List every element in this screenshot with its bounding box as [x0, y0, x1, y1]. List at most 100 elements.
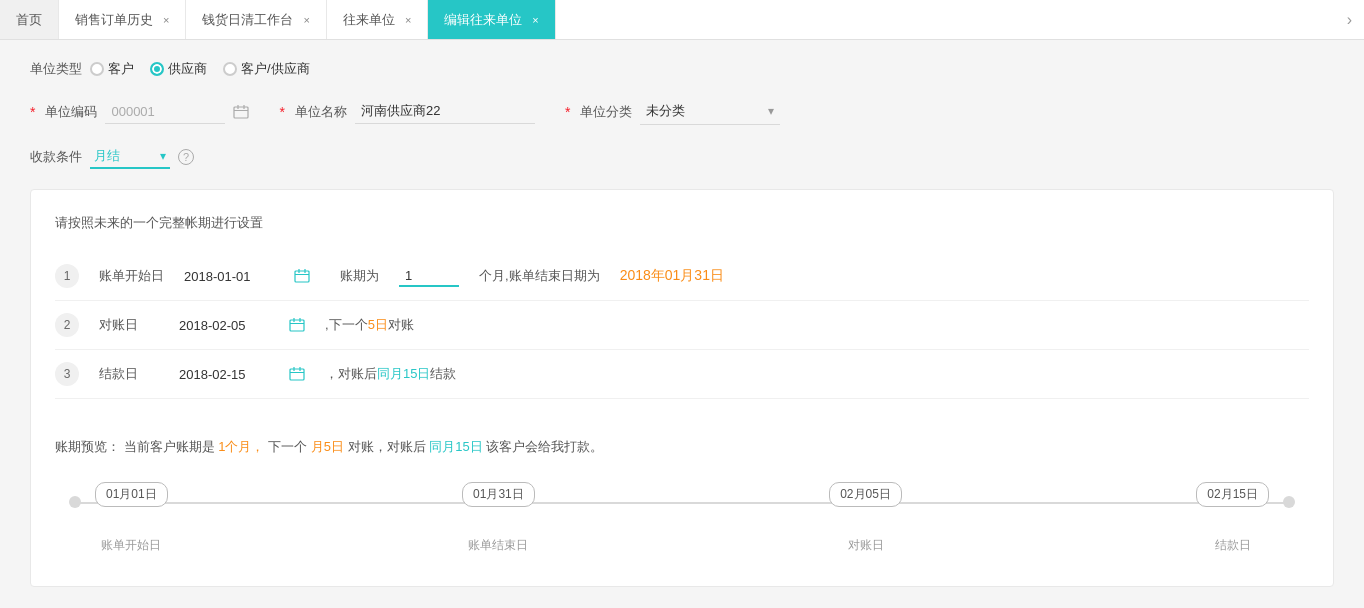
reconcile-desc: ,下一个5日对账 — [325, 316, 414, 334]
timeline-node-2: 02月05日 对账日 — [829, 482, 902, 554]
tab-sales-close[interactable]: × — [163, 14, 169, 26]
period-prefix: 账期为 — [340, 267, 379, 285]
preview-label: 账期预览： — [55, 439, 120, 454]
setting-row-2: 2 对账日 2018-02-05 ,下一个5日对账 — [55, 301, 1309, 350]
calendar-icon-3[interactable] — [289, 366, 305, 382]
calendar-icon-1[interactable] — [294, 268, 310, 284]
row-num-2: 2 — [55, 313, 79, 337]
payment-terms-select[interactable]: 月结 ▾ — [90, 145, 170, 169]
svg-rect-12 — [290, 369, 304, 380]
calendar-icon-2[interactable] — [289, 317, 305, 333]
payment-terms-arrow: ▾ — [160, 149, 166, 163]
setting-row-3: 3 结款日 2018-02-15 ，对账后同月15日结款 — [55, 350, 1309, 399]
tab-home-label: 首页 — [16, 11, 42, 29]
radio-group: 客户 供应商 客户/供应商 — [90, 60, 310, 78]
tab-partner-close[interactable]: × — [405, 14, 411, 26]
timeline-label-1: 账单结束日 — [468, 537, 528, 554]
timeline-node-1: 01月31日 账单结束日 — [462, 482, 535, 554]
unit-category-select[interactable]: 未分类 ▾ — [640, 98, 780, 125]
row-date-2: 2018-02-05 — [179, 318, 269, 333]
period-input[interactable] — [399, 266, 459, 287]
tab-expand-button[interactable]: › — [1335, 0, 1364, 39]
svg-rect-4 — [295, 271, 309, 282]
tab-cash-label: 钱货日清工作台 — [202, 11, 293, 29]
unit-code-icon[interactable] — [233, 104, 249, 120]
tab-edit-partner-close[interactable]: × — [532, 14, 538, 26]
period-end-date: 2018年01月31日 — [620, 267, 724, 285]
code-name-row: * 单位编码 * 单位名称 * 单位分类 未分类 ▾ — [30, 98, 1334, 125]
tab-bar: 首页 销售订单历史 × 钱货日清工作台 × 往来单位 × 编辑往来单位 × › — [0, 0, 1364, 40]
radio-both-circle — [223, 62, 237, 76]
svg-rect-0 — [234, 107, 248, 118]
radio-supplier-label: 供应商 — [168, 60, 207, 78]
unit-name-group: * 单位名称 — [279, 100, 534, 124]
timeline-label-3: 结款日 — [1215, 537, 1251, 554]
unit-code-group: * 单位编码 — [30, 100, 249, 124]
timeline-node-0: 01月01日 账单开始日 — [95, 482, 168, 554]
unit-name-label: 单位名称 — [295, 103, 347, 121]
preview-section: 账期预览： 当前客户账期是 1个月， 下一个 月5日 对账，对账后 同月15日 … — [55, 419, 1309, 562]
tab-sales-history[interactable]: 销售订单历史 × — [59, 0, 186, 39]
payment-terms-value: 月结 — [94, 147, 156, 165]
unit-code-label: 单位编码 — [45, 103, 97, 121]
tab-partner[interactable]: 往来单位 × — [327, 0, 428, 39]
unit-code-required: * — [30, 104, 35, 120]
radio-both[interactable]: 客户/供应商 — [223, 60, 310, 78]
unit-type-row: 单位类型 客户 供应商 客户/供应商 — [30, 60, 1334, 78]
unit-category-arrow: ▾ — [768, 104, 774, 118]
timeline-label-2: 对账日 — [848, 537, 884, 554]
payment-row: 收款条件 月结 ▾ ? — [30, 145, 1334, 169]
radio-both-label: 客户/供应商 — [241, 60, 310, 78]
row-num-1: 1 — [55, 264, 79, 288]
radio-supplier[interactable]: 供应商 — [150, 60, 207, 78]
timeline-badge-2: 02月05日 — [829, 482, 902, 507]
svg-rect-8 — [290, 320, 304, 331]
timeline-left-dot — [69, 496, 81, 508]
tab-home[interactable]: 首页 — [0, 0, 59, 39]
preview-text-2: 下一个 — [268, 439, 307, 454]
unit-name-input[interactable] — [355, 100, 535, 124]
unit-cat-required: * — [565, 104, 570, 120]
preview-text: 账期预览： 当前客户账期是 1个月， 下一个 月5日 对账，对账后 同月15日 … — [55, 435, 1309, 458]
row-label-3: 结款日 — [99, 365, 159, 383]
timeline-nodes: 01月01日 账单开始日 01月31日 账单结束日 02月05日 对账日 02月… — [95, 482, 1269, 554]
settings-panel: 请按照未来的一个完整帐期进行设置 1 账单开始日 2018-01-01 账期为 … — [30, 189, 1334, 587]
timeline-badge-0: 01月01日 — [95, 482, 168, 507]
row-label-2: 对账日 — [99, 316, 159, 334]
period-unit: 个月,账单结束日期为 — [479, 267, 600, 285]
setting-row-1: 1 账单开始日 2018-01-01 账期为 个月,账单结束日期为 2018年0… — [55, 252, 1309, 301]
preview-highlight1: 1个月， — [218, 439, 264, 454]
tab-edit-partner-label: 编辑往来单位 — [444, 11, 522, 29]
tab-sales-label: 销售订单历史 — [75, 11, 153, 29]
main-content: 单位类型 客户 供应商 客户/供应商 * 单位编码 — [0, 40, 1364, 608]
row-date-1: 2018-01-01 — [184, 269, 274, 284]
preview-highlight2: 月5日 — [311, 439, 344, 454]
payment-terms-group: 收款条件 月结 ▾ ? — [30, 145, 194, 169]
unit-type-group: 单位类型 客户 供应商 客户/供应商 — [30, 60, 310, 78]
payment-terms-label: 收款条件 — [30, 148, 82, 166]
help-icon[interactable]: ? — [178, 149, 194, 165]
tab-cash-work[interactable]: 钱货日清工作台 × — [186, 0, 326, 39]
unit-code-input[interactable] — [105, 100, 225, 124]
payment-desc: ，对账后同月15日结款 — [325, 365, 456, 383]
preview-highlight3: 同月15日 — [429, 439, 482, 454]
preview-text-4: 该客户会给我打款。 — [486, 439, 603, 454]
row-date-3: 2018-02-15 — [179, 367, 269, 382]
timeline-badge-1: 01月31日 — [462, 482, 535, 507]
timeline: 01月01日 账单开始日 01月31日 账单结束日 02月05日 对账日 02月… — [55, 482, 1309, 562]
tab-edit-partner[interactable]: 编辑往来单位 × — [428, 0, 555, 39]
preview-text-1: 当前客户账期是 — [124, 439, 215, 454]
row-label-1: 账单开始日 — [99, 267, 164, 285]
timeline-label-0: 账单开始日 — [101, 537, 161, 554]
unit-type-label: 单位类型 — [30, 60, 82, 78]
radio-customer-label: 客户 — [108, 60, 134, 78]
unit-category-group: * 单位分类 未分类 ▾ — [565, 98, 780, 125]
unit-name-required: * — [279, 104, 284, 120]
radio-supplier-circle — [150, 62, 164, 76]
panel-instruction: 请按照未来的一个完整帐期进行设置 — [55, 214, 1309, 232]
tab-partner-label: 往来单位 — [343, 11, 395, 29]
unit-category-value: 未分类 — [646, 102, 762, 120]
timeline-badge-3: 02月15日 — [1196, 482, 1269, 507]
tab-cash-close[interactable]: × — [303, 14, 309, 26]
radio-customer[interactable]: 客户 — [90, 60, 134, 78]
